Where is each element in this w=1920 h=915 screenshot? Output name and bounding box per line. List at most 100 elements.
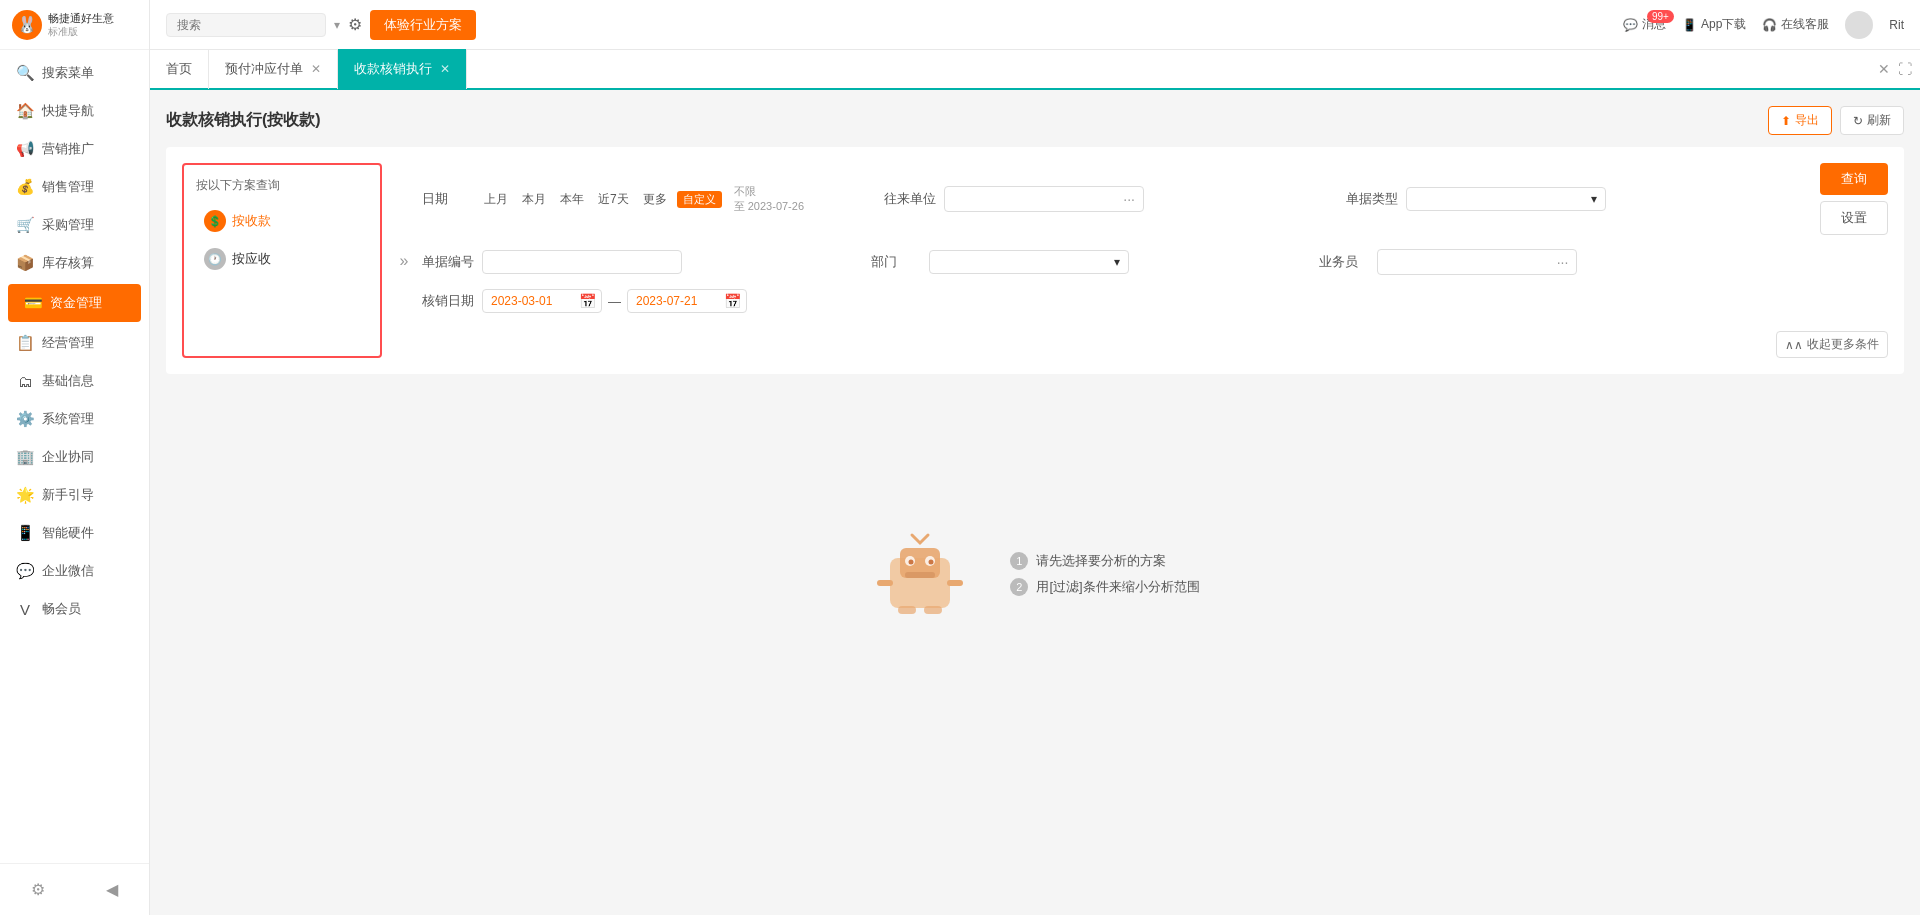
filter-row-1: 日期 上月 本月 本年 近7天 更多 自定义 不限至 2023-07-26 往来… (422, 163, 1888, 235)
date-shortcut-more[interactable]: 更多 (639, 189, 671, 210)
inventory-icon: 📦 (16, 254, 34, 272)
tip-num-1: 1 (1010, 552, 1028, 570)
dropdown-arrow-icon[interactable]: ▾ (334, 18, 340, 32)
sidebar-settings-btn[interactable]: ⚙ (19, 872, 57, 907)
date-shortcut-last-month[interactable]: 上月 (480, 189, 512, 210)
sidebar-item-member[interactable]: V 畅会员 (0, 590, 149, 628)
calendar-start-icon[interactable]: 📅 (579, 293, 596, 309)
refresh-btn[interactable]: ↻ 刷新 (1840, 106, 1904, 135)
collapse-more-btn[interactable]: ∧∧ 收起更多条件 (1776, 331, 1888, 358)
tab-receipt-offset[interactable]: 收款核销执行 ✕ (338, 49, 467, 89)
sidebar-item-guide[interactable]: 🌟 新手引导 (0, 476, 149, 514)
header-search-area: ▾ ⚙ 体验行业方案 (166, 10, 1611, 40)
setting-btn[interactable]: 设置 (1820, 201, 1888, 235)
tab-close-all-icon[interactable]: ✕ (1878, 61, 1890, 77)
tab-expand-icon[interactable]: ⛶ (1898, 61, 1912, 77)
tab-bar: 首页 预付冲应付单 ✕ 收款核销执行 ✕ ✕ ⛶ (150, 50, 1920, 90)
search-menu-icon: 🔍 (16, 64, 34, 82)
date-separator: — (608, 294, 621, 309)
staff-dots-icon[interactable]: ··· (1557, 254, 1569, 270)
sidebar-item-enterprise-collab[interactable]: 🏢 企业协同 (0, 438, 149, 476)
tab-close-prepay[interactable]: ✕ (311, 62, 321, 76)
filter-collapse-btn[interactable]: » (394, 163, 414, 358)
logo-icon: 🐰 (12, 10, 42, 40)
tab-prepay-offset[interactable]: 预付冲应付单 ✕ (209, 49, 338, 89)
sidebar-item-smart-hw[interactable]: 📱 智能硬件 (0, 514, 149, 552)
date-shortcut-this-year[interactable]: 本年 (556, 189, 588, 210)
page-content: 收款核销执行(按收款) ⬆ 导出 ↻ 刷新 按以下方案查询 💲 按收款 (150, 90, 1920, 915)
message-badge: 99+ (1647, 10, 1674, 23)
date-shortcut-this-month[interactable]: 本月 (518, 189, 550, 210)
svg-point-5 (929, 559, 934, 564)
app-icon: 📱 (1682, 18, 1697, 32)
trade-partner-dots-icon[interactable]: ··· (1123, 191, 1135, 207)
svg-rect-6 (905, 572, 935, 578)
header-search-input[interactable] (166, 13, 326, 37)
message-btn[interactable]: 💬 消息 99+ (1623, 16, 1666, 33)
staff-label: 业务员 (1319, 253, 1369, 271)
date-label: 日期 (422, 190, 472, 208)
doc-num-input[interactable] (482, 250, 682, 274)
smart-hw-icon: 📱 (16, 524, 34, 542)
dept-select[interactable]: ▾ (929, 250, 1129, 274)
app-download-btn[interactable]: 📱 App下载 (1682, 16, 1746, 33)
sidebar-item-marketing[interactable]: 📢 营销推广 (0, 130, 149, 168)
empty-tip-2: 2 用[过滤]条件来缩小分析范围 (1010, 578, 1199, 596)
sidebar-logo: 🐰 畅捷通好生意 标准版 (0, 0, 149, 50)
page-title: 收款核销执行(按收款) (166, 110, 321, 131)
filter-row-3: 核销日期 📅 — 📅 (422, 289, 1888, 313)
filter-option-by-receipt[interactable]: 💲 按收款 (196, 204, 368, 238)
date-custom-tag: 自定义 (677, 191, 722, 208)
header-right: 💬 消息 99+ 📱 App下载 🎧 在线客服 Rit (1623, 11, 1904, 39)
sidebar-item-quick-nav[interactable]: 🏠 快捷导航 (0, 92, 149, 130)
guide-icon: 🌟 (16, 486, 34, 504)
filter-actions: ∧∧ 收起更多条件 (422, 331, 1888, 358)
filter-option-by-receivable[interactable]: 🕐 按应收 (196, 242, 368, 276)
staff-select[interactable]: ··· (1377, 249, 1577, 275)
filter-field-doc-type: 单据类型 ▾ (1346, 187, 1788, 211)
tab-close-receipt[interactable]: ✕ (440, 62, 450, 76)
filter-row-2: 单据编号 部门 ▾ 业务员 ··· (422, 249, 1888, 275)
sidebar-item-inventory[interactable]: 📦 库存核算 (0, 244, 149, 282)
dept-dropdown-icon[interactable]: ▾ (1114, 255, 1120, 269)
by-receivable-icon: 🕐 (204, 248, 226, 270)
sales-icon: 💰 (16, 178, 34, 196)
date-shortcut-7days[interactable]: 近7天 (594, 189, 633, 210)
by-receipt-icon: 💲 (204, 210, 226, 232)
doc-type-label: 单据类型 (1346, 190, 1398, 208)
doc-type-select[interactable]: ▾ (1406, 187, 1606, 211)
online-service-btn[interactable]: 🎧 在线客服 (1762, 16, 1829, 33)
collapse-icon: ∧∧ (1785, 338, 1803, 352)
user-avatar (1845, 11, 1873, 39)
industry-btn[interactable]: 体验行业方案 (370, 10, 476, 40)
settings-gear-icon[interactable]: ⚙ (348, 15, 362, 34)
service-icon: 🎧 (1762, 18, 1777, 32)
basic-info-icon: 🗂 (16, 373, 34, 390)
dept-label: 部门 (871, 253, 921, 271)
calendar-end-icon[interactable]: 📅 (724, 293, 741, 309)
tab-bar-actions: ✕ ⛶ (1878, 61, 1920, 77)
doc-type-dropdown-icon[interactable]: ▾ (1591, 192, 1597, 206)
sidebar-item-operations[interactable]: 📋 经营管理 (0, 324, 149, 362)
page-title-bar: 收款核销执行(按收款) ⬆ 导出 ↻ 刷新 (166, 106, 1904, 135)
sidebar-item-basic-info[interactable]: 🗂 基础信息 (0, 362, 149, 400)
sidebar-item-purchase[interactable]: 🛒 采购管理 (0, 206, 149, 244)
trade-partner-label: 往来单位 (884, 190, 936, 208)
svg-point-4 (909, 559, 914, 564)
refresh-icon: ↻ (1853, 114, 1863, 128)
filter-panel-title: 按以下方案查询 (196, 177, 368, 194)
trade-partner-select[interactable]: ··· (944, 186, 1144, 212)
sidebar-item-search-menu[interactable]: 🔍 搜索菜单 (0, 54, 149, 92)
sidebar-item-wechat[interactable]: 💬 企业微信 (0, 552, 149, 590)
sidebar-item-sales[interactable]: 💰 销售管理 (0, 168, 149, 206)
filter-fields: 日期 上月 本月 本年 近7天 更多 自定义 不限至 2023-07-26 往来… (422, 163, 1888, 358)
filter-field-verify-date: 核销日期 📅 — 📅 (422, 289, 1145, 313)
export-btn[interactable]: ⬆ 导出 (1768, 106, 1832, 135)
sidebar-item-finance[interactable]: 💳 资金管理 (8, 284, 141, 322)
query-btn[interactable]: 查询 (1820, 163, 1888, 195)
empty-tips: 1 请先选择要分析的方案 2 用[过滤]条件来缩小分析范围 (1010, 552, 1199, 596)
sidebar-collapse-btn[interactable]: ◀ (94, 872, 130, 907)
empty-tip-1: 1 请先选择要分析的方案 (1010, 552, 1199, 570)
tab-home[interactable]: 首页 (150, 49, 209, 89)
sidebar-item-system[interactable]: ⚙️ 系统管理 (0, 400, 149, 438)
